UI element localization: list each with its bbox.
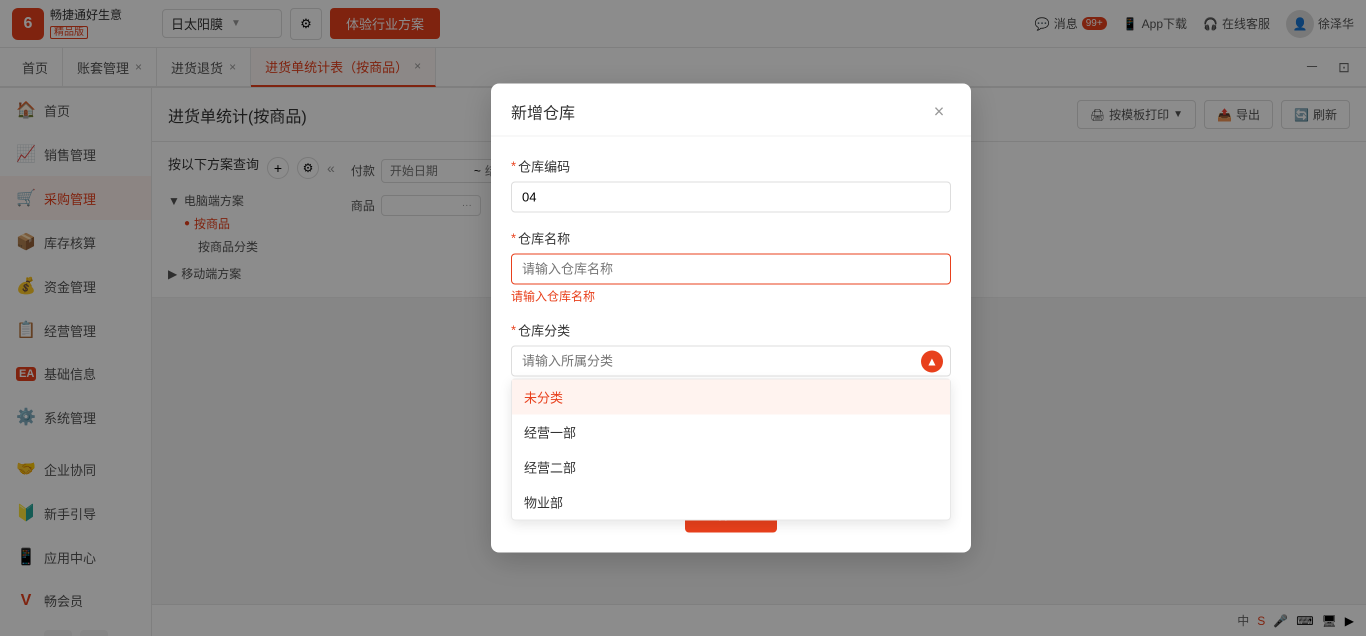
- modal-header: 新增仓库 ×: [491, 84, 971, 137]
- dropdown-item-ops2[interactable]: 经营二部: [512, 450, 950, 485]
- form-item-category: * 仓库分类 ▲ 未分类 经营一部 经营二部 物业部: [511, 321, 951, 377]
- category-dropdown: 未分类 经营一部 经营二部 物业部: [511, 379, 951, 521]
- add-warehouse-modal: 新增仓库 × * 仓库编码 * 仓库名称 请输入仓库名称 * 仓库分类: [491, 84, 971, 553]
- name-input[interactable]: [511, 254, 951, 285]
- name-error-tip: 请输入仓库名称: [511, 288, 951, 305]
- category-select-wrapper: ▲ 未分类 经营一部 经营二部 物业部: [511, 346, 951, 377]
- form-item-name: * 仓库名称 请输入仓库名称: [511, 229, 951, 305]
- category-input[interactable]: [511, 346, 951, 377]
- form-item-code: * 仓库编码: [511, 157, 951, 213]
- name-label: * 仓库名称: [511, 229, 951, 248]
- code-input[interactable]: [511, 182, 951, 213]
- modal-title: 新增仓库: [511, 100, 575, 124]
- code-label: * 仓库编码: [511, 157, 951, 176]
- modal-close-button[interactable]: ×: [927, 100, 951, 124]
- dropdown-item-ops1[interactable]: 经营一部: [512, 415, 950, 450]
- dropdown-item-property[interactable]: 物业部: [512, 485, 950, 520]
- category-label: * 仓库分类: [511, 321, 951, 340]
- dropdown-item-uncategorized[interactable]: 未分类: [512, 380, 950, 415]
- modal-body: * 仓库编码 * 仓库名称 请输入仓库名称 * 仓库分类 ▲: [491, 137, 971, 485]
- category-arrow-icon[interactable]: ▲: [921, 350, 943, 372]
